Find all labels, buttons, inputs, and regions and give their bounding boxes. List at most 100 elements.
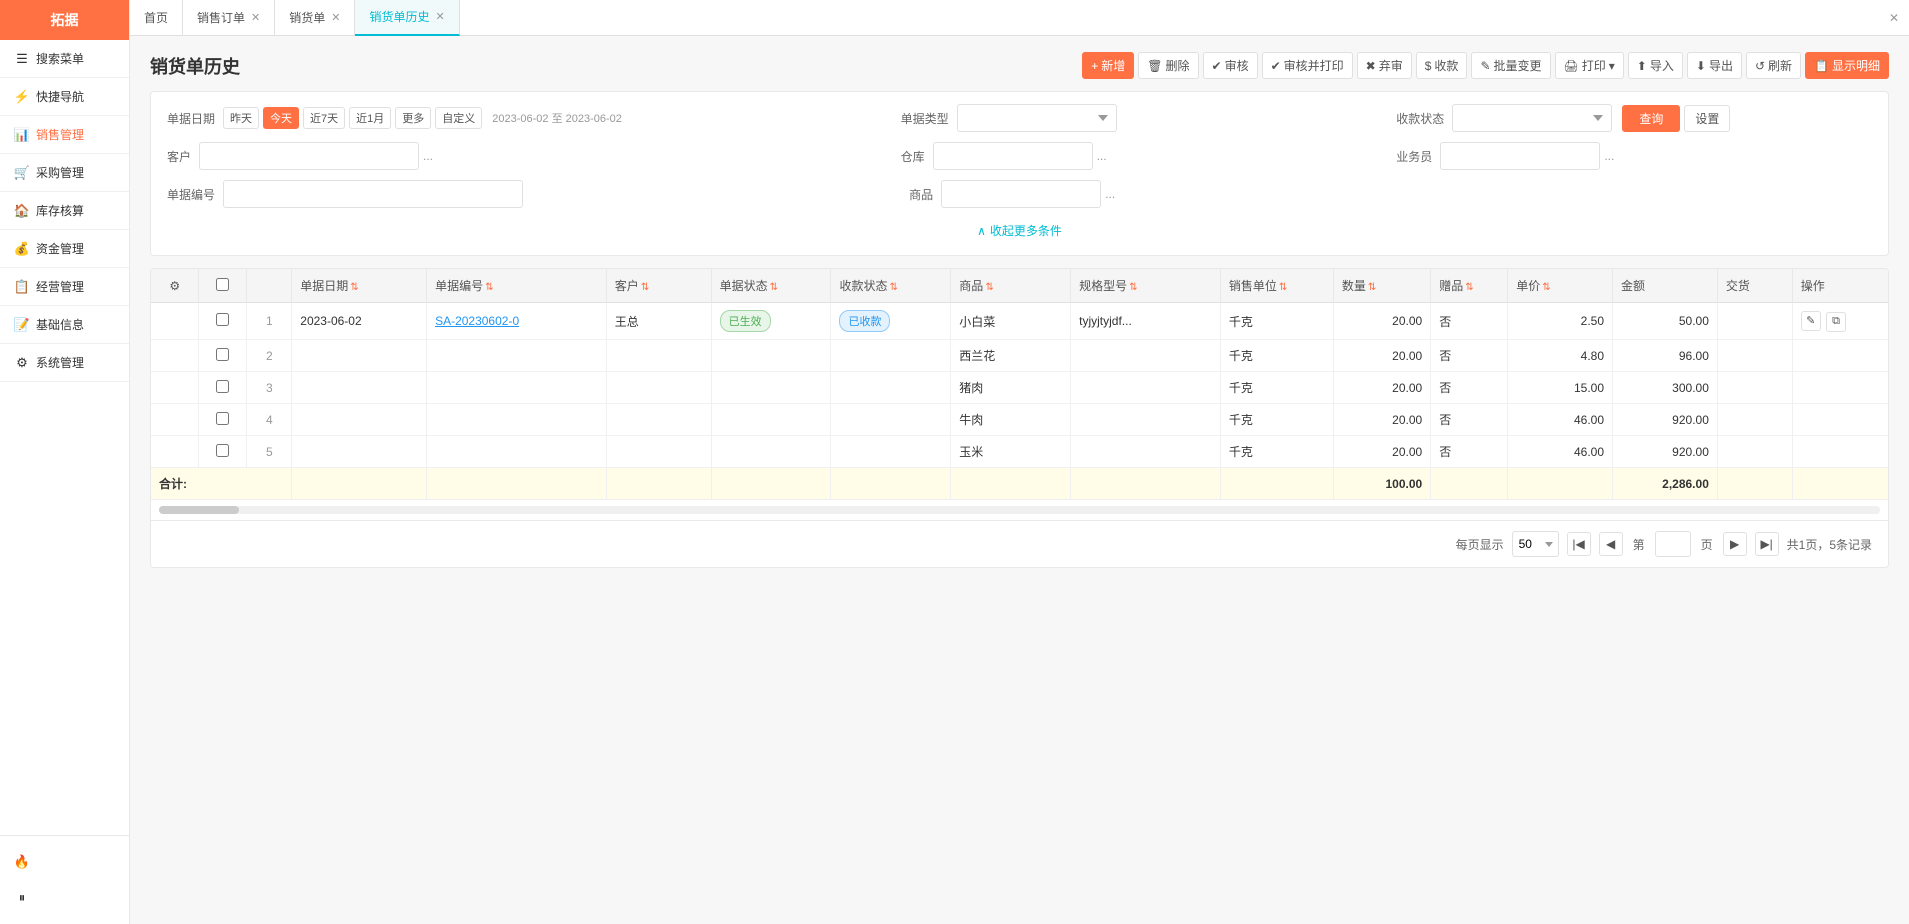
col-gear[interactable]: ⚙ <box>151 269 199 303</box>
date-btn-7days[interactable]: 近7天 <box>303 107 345 129</box>
sidebar-pause-btn[interactable]: ⏸ <box>0 880 129 916</box>
cell-action <box>1792 436 1888 468</box>
col-product[interactable]: 商品⇅ <box>951 269 1071 303</box>
horizontal-scrollbar[interactable] <box>151 500 1888 520</box>
row-checkbox[interactable] <box>216 313 229 326</box>
row-checkbox-cell[interactable] <box>199 303 247 340</box>
col-action: 操作 <box>1792 269 1888 303</box>
customer-picker-icon[interactable]: ... <box>423 149 433 163</box>
delete-button[interactable]: 🗑 删除 <box>1138 52 1198 79</box>
row-checkbox-cell[interactable] <box>199 436 247 468</box>
col-unit-price[interactable]: 单价⇅ <box>1508 269 1613 303</box>
col-sales-unit[interactable]: 销售单位⇅ <box>1220 269 1333 303</box>
tab-home[interactable]: 首页 <box>130 0 183 36</box>
audit-button[interactable]: ✔ 审核 <box>1203 52 1258 79</box>
row-checkbox[interactable] <box>216 444 229 457</box>
col-doc-status[interactable]: 单据状态⇅ <box>711 269 831 303</box>
cell-spec <box>1071 436 1221 468</box>
show-detail-icon: 📋 <box>1814 59 1829 73</box>
filter-salesperson: 业务员 ... <box>1396 142 1872 170</box>
sidebar: 拓据 ☰ 搜索菜单 ⚡ 快捷导航 📊 销售管理 🛒 采购管理 🏠 库存核算 💰 … <box>0 0 130 924</box>
row-checkbox[interactable] <box>216 348 229 361</box>
row-checkbox[interactable] <box>216 380 229 393</box>
sidebar-item-ops-mgmt[interactable]: 📋 经营管理 <box>0 268 129 306</box>
cell-doc-date <box>292 436 427 468</box>
page-title: 销货单历史 <box>150 53 240 79</box>
abandon-button[interactable]: ✖ 弃审 <box>1357 52 1412 79</box>
audit-print-button[interactable]: ✔ 审核并打印 <box>1262 52 1353 79</box>
page-next-btn[interactable]: ▶ <box>1723 532 1747 556</box>
sidebar-item-purchase-mgmt[interactable]: 🛒 采购管理 <box>0 154 129 192</box>
tab-close-all-btn[interactable]: ✕ <box>1879 0 1909 36</box>
doc-no-link[interactable]: SA-20230602-0 <box>435 314 519 328</box>
toolbar: + 新增 🗑 删除 ✔ 审核 ✔ 审核并打印 ✖ 弃审 <box>1082 52 1889 79</box>
sidebar-label-sales-mgmt: 销售管理 <box>36 126 84 143</box>
date-btn-today[interactable]: 今天 <box>263 107 299 129</box>
page-number-input[interactable]: 1 <box>1655 531 1691 557</box>
table-row: 1 2023-06-02 SA-20230602-0 王总 已生效 已收款 小白… <box>151 303 1888 340</box>
new-button[interactable]: + 新增 <box>1082 52 1134 79</box>
row-copy-btn[interactable]: ⧉ <box>1826 312 1846 332</box>
page-first-btn[interactable]: |◀ <box>1567 532 1591 556</box>
table-header-row: ⚙ 单据日期⇅ 单据编号⇅ 客户⇅ <box>151 269 1888 303</box>
row-checkbox[interactable] <box>216 412 229 425</box>
sidebar-item-base-info[interactable]: 📝 基础信息 <box>0 306 129 344</box>
sidebar-item-search-menu[interactable]: ☰ 搜索菜单 <box>0 40 129 78</box>
col-doc-no[interactable]: 单据编号⇅ <box>427 269 607 303</box>
sidebar-item-finance[interactable]: 💰 资金管理 <box>0 230 129 268</box>
export-button[interactable]: ⬇ 导出 <box>1687 52 1742 79</box>
batch-change-button[interactable]: ✎ 批量变更 <box>1471 52 1550 79</box>
tab-sales-order[interactable]: 销售订单 ✕ <box>183 0 275 36</box>
inventory-icon: 🏠 <box>14 203 30 219</box>
col-gift[interactable]: 赠品⇅ <box>1431 269 1508 303</box>
show-detail-button[interactable]: 📋 显示明细 <box>1805 52 1889 79</box>
row-checkbox-cell[interactable] <box>199 372 247 404</box>
col-customer[interactable]: 客户⇅ <box>606 269 711 303</box>
collect-status-select[interactable] <box>1452 104 1612 132</box>
row-checkbox-cell[interactable] <box>199 340 247 372</box>
date-btn-yesterday[interactable]: 昨天 <box>223 107 259 129</box>
doc-type-select[interactable] <box>957 104 1117 132</box>
tab-close-sales-order[interactable]: ✕ <box>251 11 260 24</box>
row-checkbox-cell[interactable] <box>199 404 247 436</box>
tab-close-sales-history[interactable]: ✕ <box>436 10 445 23</box>
page-last-btn[interactable]: ▶| <box>1755 532 1779 556</box>
print-button[interactable]: 🖨 打印 ▾ <box>1555 52 1624 79</box>
collapse-filter-btn[interactable]: ∧ 收起更多条件 <box>167 218 1872 243</box>
salesperson-picker-icon[interactable]: ... <box>1604 149 1614 163</box>
col-collect-status[interactable]: 收款状态⇅ <box>831 269 951 303</box>
product-picker-icon[interactable]: ... <box>1105 187 1115 201</box>
salesperson-input[interactable] <box>1440 142 1600 170</box>
refresh-button[interactable]: ↺ 刷新 <box>1746 52 1801 79</box>
col-spec[interactable]: 规格型号⇅ <box>1071 269 1221 303</box>
tab-sales-delivery[interactable]: 销货单 ✕ <box>275 0 355 36</box>
col-quantity[interactable]: 数量⇅ <box>1333 269 1430 303</box>
page-prev-btn[interactable]: ◀ <box>1599 532 1623 556</box>
sidebar-settings-btn[interactable]: 🔥 <box>0 844 129 880</box>
tab-sales-history[interactable]: 销货单历史 ✕ <box>355 0 459 36</box>
sidebar-item-sys-mgmt[interactable]: ⚙ 系统管理 <box>0 344 129 382</box>
sidebar-item-inventory[interactable]: 🏠 库存核算 <box>0 192 129 230</box>
import-button[interactable]: ⬆ 导入 <box>1628 52 1683 79</box>
select-all-checkbox[interactable] <box>216 278 229 291</box>
per-page-select[interactable]: 20 50 100 <box>1512 531 1559 557</box>
sidebar-label-base-info: 基础信息 <box>36 316 84 333</box>
summary-empty-1 <box>292 468 427 500</box>
date-btn-more[interactable]: 更多 <box>395 107 431 129</box>
collect-button[interactable]: $ 收款 <box>1416 52 1468 79</box>
tab-close-sales-delivery[interactable]: ✕ <box>331 11 340 24</box>
settings-filter-button[interactable]: 设置 <box>1684 105 1730 132</box>
date-btn-custom[interactable]: 自定义 <box>435 107 482 129</box>
row-edit-btn[interactable]: ✎ <box>1801 311 1821 331</box>
warehouse-input[interactable] <box>933 142 1093 170</box>
customer-input[interactable] <box>199 142 419 170</box>
sidebar-item-sales-mgmt[interactable]: 📊 销售管理 <box>0 116 129 154</box>
cell-amount: 920.00 <box>1613 436 1718 468</box>
warehouse-picker-icon[interactable]: ... <box>1097 149 1107 163</box>
doc-no-input[interactable] <box>223 180 523 208</box>
sidebar-item-quick-nav[interactable]: ⚡ 快捷导航 <box>0 78 129 116</box>
date-btn-1month[interactable]: 近1月 <box>349 107 391 129</box>
query-button[interactable]: 查询 <box>1622 105 1680 132</box>
col-doc-date[interactable]: 单据日期⇅ <box>292 269 427 303</box>
product-input[interactable] <box>941 180 1101 208</box>
